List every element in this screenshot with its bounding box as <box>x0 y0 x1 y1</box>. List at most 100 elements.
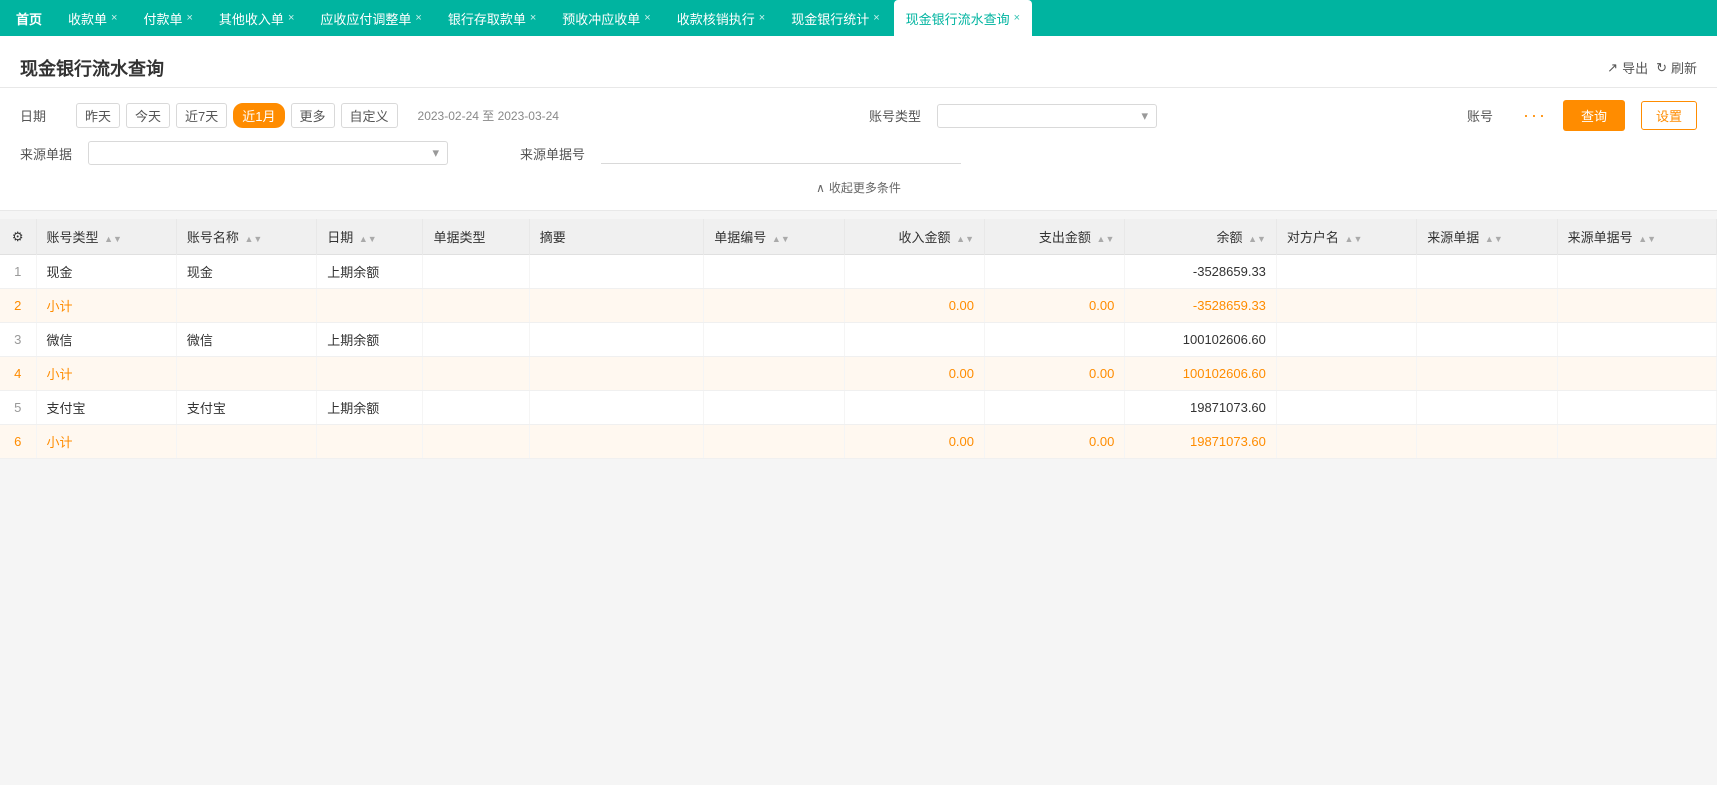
more-dots-button[interactable]: ··· <box>1523 105 1547 126</box>
col-doc-number[interactable]: 单据编号 ▲▼ <box>704 219 844 255</box>
sort-icon-account-type: ▲▼ <box>104 234 122 244</box>
cell-account-name: 现金 <box>176 255 316 289</box>
query-button[interactable]: 查询 <box>1563 100 1625 131</box>
table-row: 4小计0.000.00100102606.60 <box>0 357 1717 391</box>
refresh-button[interactable]: ↻ 刷新 <box>1656 58 1697 77</box>
nav-tab-payment[interactable]: 付款单 × <box>131 0 204 36</box>
cell-income: 0.00 <box>844 357 984 391</box>
close-icon[interactable]: × <box>873 12 879 24</box>
cell-doc-number <box>704 255 844 289</box>
col-expense[interactable]: 支出金额 ▲▼ <box>985 219 1125 255</box>
cell-row-num: 6 <box>0 425 36 459</box>
cell-date: 上期余额 <box>317 391 423 425</box>
close-icon[interactable]: × <box>288 12 294 24</box>
table-container: ⚙ 账号类型 ▲▼ 账号名称 ▲▼ 日期 ▲▼ 单据类型 摘要 单据编号 ▲▼ <box>0 219 1717 459</box>
col-source-doc[interactable]: 来源单据 ▲▼ <box>1417 219 1557 255</box>
sort-icon-expense: ▲▼ <box>1097 234 1115 244</box>
date-btn-more[interactable]: 更多 <box>291 103 335 128</box>
cell-date <box>317 425 423 459</box>
refresh-icon: ↻ <box>1656 60 1667 76</box>
close-icon[interactable]: × <box>530 12 536 24</box>
cell-summary <box>529 289 704 323</box>
cell-source-doc <box>1417 391 1557 425</box>
chevron-down-icon-2: ▾ <box>432 145 439 161</box>
close-icon[interactable]: × <box>111 12 117 24</box>
cell-balance: 100102606.60 <box>1125 357 1277 391</box>
date-btn-7days[interactable]: 近7天 <box>176 103 227 128</box>
cell-doc-number <box>704 425 844 459</box>
cell-counterpart <box>1276 425 1416 459</box>
cell-balance: 19871073.60 <box>1125 425 1277 459</box>
close-icon[interactable]: × <box>644 12 650 24</box>
nav-tab-ar-ap-adjust-label: 应收应付调整单 <box>320 9 411 28</box>
nav-tab-cash-stat[interactable]: 现金银行统计 × <box>779 0 891 36</box>
cell-doc-type <box>423 289 529 323</box>
cell-doc-type <box>423 391 529 425</box>
close-icon[interactable]: × <box>759 12 765 24</box>
col-account-type[interactable]: 账号类型 ▲▼ <box>36 219 176 255</box>
cell-account-name: 微信 <box>176 323 316 357</box>
account-type-select[interactable]: ▾ <box>937 104 1157 128</box>
col-summary: 摘要 <box>529 219 704 255</box>
filter-area: 日期 昨天 今天 近7天 近1月 更多 自定义 2023-02-24 至 202… <box>0 88 1717 211</box>
nav-tab-writeoff[interactable]: 收款核销执行 × <box>665 0 777 36</box>
col-settings[interactable]: ⚙ <box>0 219 36 255</box>
cell-date <box>317 357 423 391</box>
col-counterpart[interactable]: 对方户名 ▲▼ <box>1276 219 1416 255</box>
nav-tab-home[interactable]: 首页 <box>4 0 54 36</box>
cell-counterpart <box>1276 289 1416 323</box>
cell-expense: 0.00 <box>985 425 1125 459</box>
cell-income: 0.00 <box>844 425 984 459</box>
date-btn-yesterday[interactable]: 昨天 <box>76 103 120 128</box>
cell-source-doc-num <box>1557 425 1716 459</box>
date-label: 日期 <box>20 106 60 125</box>
sort-icon-counterpart: ▲▼ <box>1345 234 1363 244</box>
close-icon[interactable]: × <box>1014 12 1020 24</box>
table-row: 3微信微信上期余额100102606.60 <box>0 323 1717 357</box>
nav-tab-writeoff-label: 收款核销执行 <box>677 9 755 28</box>
col-doc-type[interactable]: 单据类型 <box>423 219 529 255</box>
settings-button[interactable]: 设置 <box>1641 101 1697 130</box>
collapse-button[interactable]: ∧ 收起更多条件 <box>816 179 901 196</box>
nav-tab-pre-receipt[interactable]: 预收冲应收单 × <box>550 0 662 36</box>
cell-account-type: 支付宝 <box>36 391 176 425</box>
col-source-doc-num[interactable]: 来源单据号 ▲▼ <box>1557 219 1716 255</box>
source-doc-select[interactable]: ▾ <box>88 141 448 165</box>
cell-doc-number <box>704 289 844 323</box>
date-btn-custom[interactable]: 自定义 <box>341 103 398 128</box>
nav-tab-cash-flow[interactable]: 现金银行流水查询 × <box>894 0 1032 36</box>
page-header: 现金银行流水查询 ↗ 导出 ↻ 刷新 <box>0 36 1717 88</box>
source-doc-num-input[interactable] <box>601 142 961 164</box>
cell-account-type: 微信 <box>36 323 176 357</box>
sort-icon-account-name: ▲▼ <box>245 234 263 244</box>
cell-source-doc-num <box>1557 255 1716 289</box>
export-button[interactable]: ↗ 导出 <box>1607 58 1648 77</box>
cell-source-doc-num <box>1557 357 1716 391</box>
cell-balance: 100102606.60 <box>1125 323 1277 357</box>
cell-account-type: 现金 <box>36 255 176 289</box>
cell-row-num: 1 <box>0 255 36 289</box>
cell-doc-number <box>704 357 844 391</box>
col-income[interactable]: 收入金额 ▲▼ <box>844 219 984 255</box>
nav-tab-ar-ap-adjust[interactable]: 应收应付调整单 × <box>308 0 433 36</box>
col-account-name[interactable]: 账号名称 ▲▼ <box>176 219 316 255</box>
close-icon[interactable]: × <box>415 12 421 24</box>
nav-tab-pre-receipt-label: 预收冲应收单 <box>562 9 640 28</box>
nav-tab-receipt[interactable]: 收款单 × <box>56 0 129 36</box>
cell-source-doc-num <box>1557 391 1716 425</box>
close-icon[interactable]: × <box>186 12 192 24</box>
nav-tab-payment-label: 付款单 <box>143 9 182 28</box>
date-btn-today[interactable]: 今天 <box>126 103 170 128</box>
cell-balance: -3528659.33 <box>1125 255 1277 289</box>
header-actions: ↗ 导出 ↻ 刷新 <box>1607 58 1697 77</box>
cell-row-num: 4 <box>0 357 36 391</box>
chevron-up-icon: ∧ <box>816 181 825 195</box>
col-date[interactable]: 日期 ▲▼ <box>317 219 423 255</box>
cell-row-num: 3 <box>0 323 36 357</box>
filter-row-2: 来源单据 ▾ 来源单据号 <box>20 141 1697 165</box>
date-btn-1month[interactable]: 近1月 <box>233 103 284 128</box>
cell-source-doc <box>1417 289 1557 323</box>
nav-tab-other-income[interactable]: 其他收入单 × <box>207 0 306 36</box>
col-balance[interactable]: 余额 ▲▼ <box>1125 219 1277 255</box>
nav-tab-bank-deposit[interactable]: 银行存取款单 × <box>436 0 548 36</box>
